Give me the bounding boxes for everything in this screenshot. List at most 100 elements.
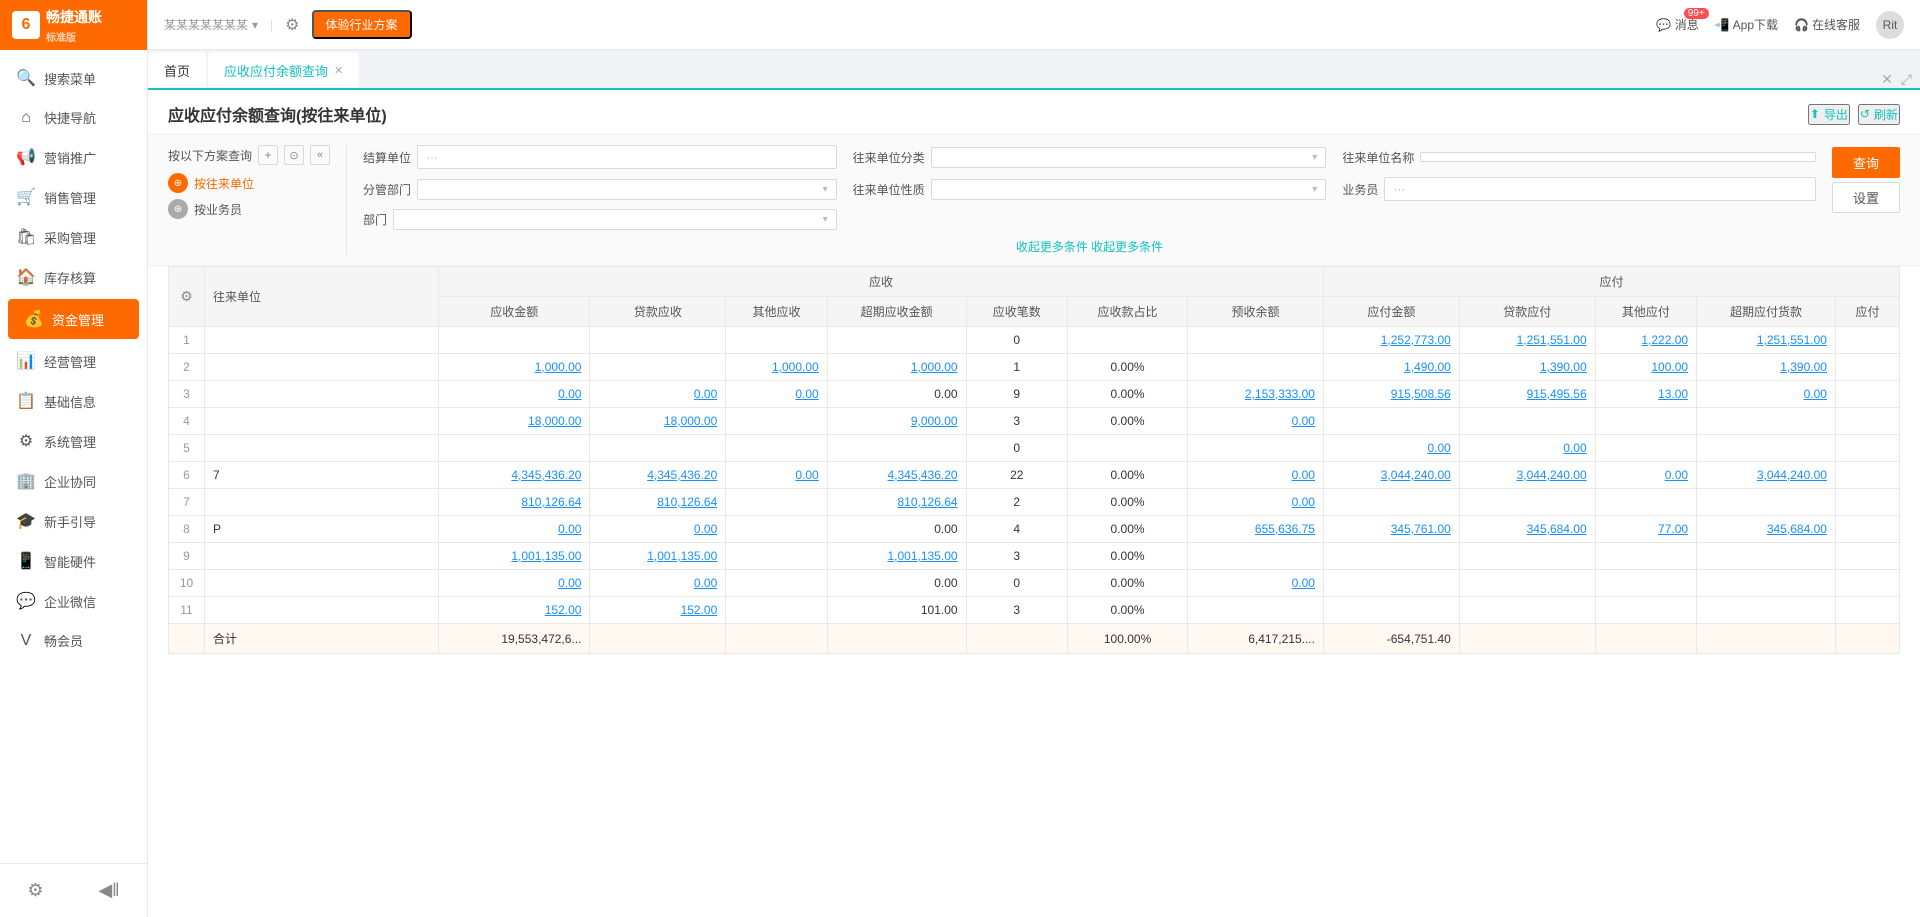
setting-button[interactable]: 设置 (1832, 182, 1900, 213)
tab-expand-icon[interactable]: ⤢ (1901, 71, 1912, 88)
partner-name-input[interactable] (1420, 152, 1816, 162)
settlement-dots: ··· (426, 150, 438, 164)
scheme-option-partner[interactable]: ⊕ 按往来单位 (168, 173, 330, 193)
collapse-more-label: 收起更多条件 (1091, 240, 1163, 254)
sidebar-item-system[interactable]: ⚙ 系统管理 (0, 421, 147, 461)
scheme-icon-partner: ⊕ (168, 173, 188, 193)
data-table: ⚙ 往来单位 应收 应付 应收金额 贷款应收 其他应收 超期应收金额 应收笔数 … (168, 266, 1900, 654)
app-name: 畅捷通账 (46, 7, 102, 27)
sidebar-item-wechat[interactable]: 💬 企业微信 (0, 581, 147, 621)
guide-icon: 🎓 (16, 511, 36, 531)
export-icon: ⬆ (1810, 107, 1820, 121)
tab-close-icon[interactable]: ✕ (334, 64, 343, 77)
scheme-option-salesman[interactable]: ⊕ 按业务员 (168, 199, 330, 219)
settlement-label: 结算单位 (363, 149, 411, 166)
enterprise-icon: 🏢 (16, 471, 36, 491)
sidebar-item-label: 畅会员 (44, 631, 83, 650)
scheme-label-partner: 按往来单位 (194, 175, 254, 192)
settings-icon[interactable]: ⚙ (285, 15, 299, 35)
sidebar-item-purchase[interactable]: 🛍 采购管理 (0, 217, 147, 257)
sidebar-item-label: 销售管理 (44, 188, 96, 207)
collapse-scheme-button[interactable]: « (310, 145, 330, 165)
filter-settlement: 结算单位 ··· (363, 145, 837, 169)
sidebar-item-operations[interactable]: 📊 经营管理 (0, 341, 147, 381)
dept-head-input[interactable]: ▾ (417, 179, 837, 200)
sidebar-item-sales[interactable]: 🛒 销售管理 (0, 177, 147, 217)
settlement-unit-input[interactable]: ··· (417, 145, 837, 169)
salesman-dots: ··· (1393, 182, 1405, 196)
th-ar-count: 应收笔数 (966, 297, 1067, 327)
sidebar-item-inventory[interactable]: 🏠 库存核算 (0, 257, 147, 297)
sidebar: 6 畅捷通账 标准版 🔍 搜索菜单 ⌂ 快捷导航 📢 营销推广 🛒 销售管理 🛍… (0, 0, 148, 917)
tab-close-window-icon[interactable]: ✕ (1881, 71, 1893, 88)
edit-scheme-button[interactable]: ⊙ (284, 145, 304, 165)
app-download-button[interactable]: 📲 App下载 (1715, 16, 1778, 33)
settings-bottom-button[interactable]: ⚙ (19, 876, 51, 905)
search-menu-icon: 🔍 (16, 68, 36, 88)
home-tab-label: 首页 (164, 61, 190, 80)
tabbar: 首页 应收应付余额查询 ✕ ✕ ⤢ (148, 50, 1920, 90)
table-row: 30.000.000.000.0090.00%2,153,333.00915,5… (169, 381, 1900, 408)
sidebar-item-label: 基础信息 (44, 392, 96, 411)
scheme-label: 按以下方案查询 (168, 147, 252, 164)
vip-icon: V (16, 632, 36, 650)
sidebar-item-label: 智能硬件 (44, 552, 96, 571)
add-scheme-button[interactable]: + (258, 145, 278, 165)
dept-input[interactable]: ▾ (393, 209, 837, 230)
th-ap-overdue: 超期应付货款 (1697, 297, 1836, 327)
table-row: 11152.00152.00101.0030.00% (169, 597, 1900, 624)
tab-home[interactable]: 首页 (148, 52, 206, 88)
refresh-button[interactable]: ↺ 刷新 (1858, 104, 1900, 125)
query-button[interactable]: 查询 (1832, 147, 1900, 178)
sidebar-item-label: 企业协同 (44, 472, 96, 491)
app-version: 标准版 (46, 29, 102, 44)
promo-button[interactable]: 体验行业方案 (312, 10, 412, 39)
sidebar-item-guide[interactable]: 🎓 新手引导 (0, 501, 147, 541)
header: 某某某某某某某 ▾ | ⚙ 体验行业方案 💬 消息 99+ 📲 App下载 🎧 … (148, 0, 1920, 50)
table-row: 101,252,773.001,251,551.001,222.001,251,… (169, 327, 1900, 354)
table-row: 8P0.000.000.0040.00%655,636.75345,761.00… (169, 516, 1900, 543)
header-right: 💬 消息 99+ 📲 App下载 🎧 在线客服 Rit (1656, 11, 1904, 39)
sidebar-item-basic-info[interactable]: 📋 基础信息 (0, 381, 147, 421)
main-content: 应收应付余额查询(按往来单位) ⬆ 导出 ↺ 刷新 按以下方案查询 + ⊙ « … (148, 90, 1920, 917)
finance-icon: 💰 (24, 309, 44, 329)
online-service-button[interactable]: 🎧 在线客服 (1794, 16, 1860, 33)
partner-category-input[interactable]: ▾ (931, 147, 1327, 168)
user-avatar[interactable]: Rit (1876, 11, 1904, 39)
header-divider: | (270, 18, 273, 32)
scheme-selector: 按以下方案查询 + ⊙ « ⊕ 按往来单位 ⊕ 按业务员 (168, 145, 347, 255)
table-row: 21,000.001,000.001,000.0010.00%1,490.001… (169, 354, 1900, 381)
sidebar-item-vip[interactable]: V 畅会员 (0, 621, 147, 660)
th-ar-other: 其他应收 (726, 297, 827, 327)
collapse-more: 收起更多条件 收起更多条件 (363, 238, 1816, 255)
sidebar-item-label: 搜索菜单 (44, 69, 96, 88)
filter-partner-type: 往来单位性质 ▾ (853, 177, 1327, 201)
table-settings-icon[interactable]: ⚙ (180, 288, 193, 304)
sidebar-item-label: 系统管理 (44, 432, 96, 451)
salesman-input[interactable]: ··· (1384, 177, 1816, 201)
scheme-icon-salesman: ⊕ (168, 199, 188, 219)
filter-container: 按以下方案查询 + ⊙ « ⊕ 按往来单位 ⊕ 按业务员 结算单位 ··· (148, 135, 1920, 266)
tab-ar-ap[interactable]: 应收应付余额查询 ✕ (208, 52, 359, 88)
sidebar-item-marketing[interactable]: 📢 营销推广 (0, 137, 147, 177)
message-button[interactable]: 💬 消息 99+ (1656, 16, 1698, 33)
partner-name-label: 往来单位名称 (1342, 149, 1414, 166)
sidebar-item-finance[interactable]: 💰 资金管理 (8, 299, 139, 339)
sidebar-item-enterprise[interactable]: 🏢 企业协同 (0, 461, 147, 501)
partner-category-label: 往来单位分类 (853, 149, 925, 166)
company-selector[interactable]: 某某某某某某某 ▾ (164, 16, 258, 33)
collapse-more-button[interactable]: 收起更多条件 (1016, 240, 1088, 254)
sales-icon: 🛒 (16, 187, 36, 207)
collapse-sidebar-button[interactable]: ◀‖ (90, 876, 127, 905)
partner-type-input[interactable]: ▾ (931, 179, 1327, 200)
sidebar-item-label: 企业微信 (44, 592, 96, 611)
sidebar-bottom: ⚙ ◀‖ (0, 863, 147, 917)
export-button[interactable]: ⬆ 导出 (1808, 104, 1850, 125)
sidebar-item-label: 资金管理 (52, 310, 104, 329)
sidebar-item-search[interactable]: 🔍 搜索菜单 (0, 58, 147, 98)
logo-icon: 6 (12, 11, 40, 39)
sidebar-item-quicknav[interactable]: ⌂ 快捷导航 (0, 98, 147, 137)
sidebar-item-smarthw[interactable]: 📱 智能硬件 (0, 541, 147, 581)
refresh-icon: ↺ (1860, 107, 1870, 121)
sidebar-item-label: 采购管理 (44, 228, 96, 247)
